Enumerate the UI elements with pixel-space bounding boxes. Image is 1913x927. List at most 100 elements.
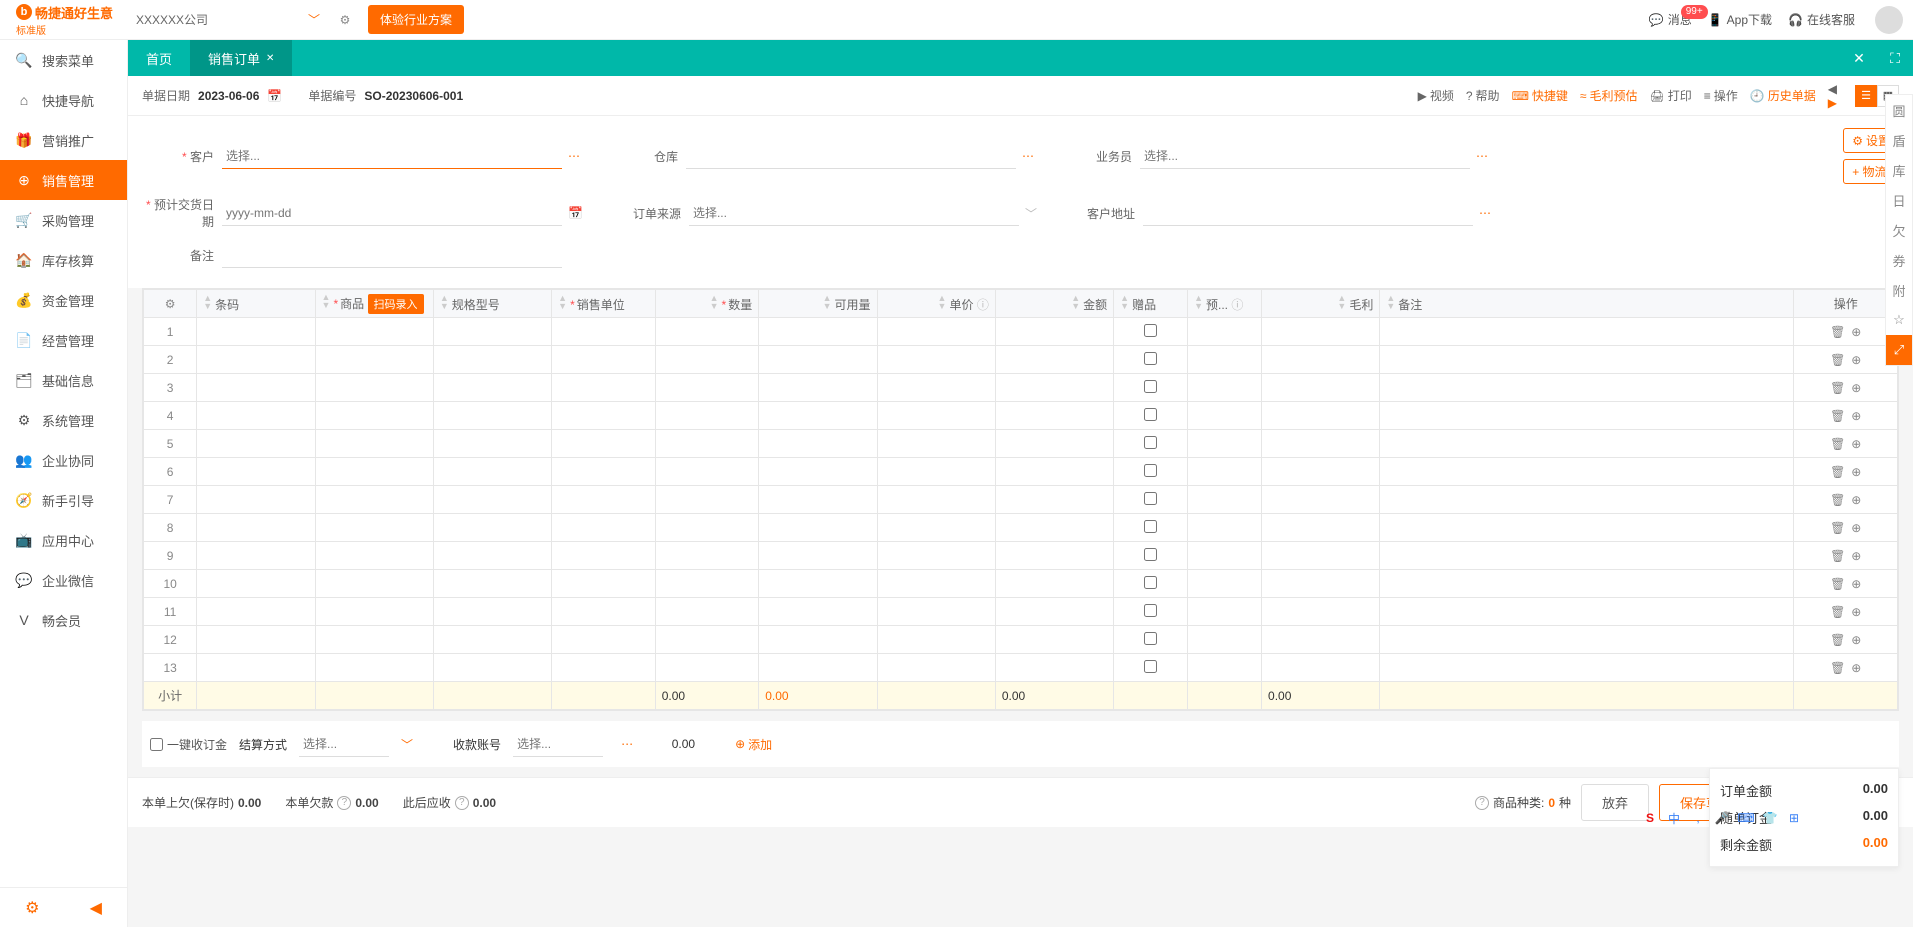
cell[interactable] [315,318,433,346]
cell[interactable] [315,514,433,542]
cell[interactable] [315,570,433,598]
cell[interactable] [1188,430,1262,458]
cell[interactable] [1380,346,1794,374]
cell[interactable] [877,346,995,374]
copy-icon[interactable]: ⊕ [1851,549,1861,563]
cell[interactable] [552,598,656,626]
info-icon[interactable]: ⓘ [977,298,989,312]
messages-link[interactable]: 💬 消息 99+ [1649,11,1692,28]
cell[interactable] [877,374,995,402]
cell[interactable] [315,486,433,514]
cell[interactable] [759,346,877,374]
cell[interactable] [1262,654,1380,682]
cell[interactable] [433,486,551,514]
dock-item[interactable]: ☆ [1886,305,1912,335]
cell[interactable] [552,374,656,402]
cell[interactable] [877,598,995,626]
cell[interactable] [197,346,315,374]
cell[interactable] [759,514,877,542]
sort-icon[interactable]: ▲▼ [1194,294,1203,310]
copy-icon[interactable]: ⊕ [1851,353,1861,367]
table-row[interactable]: 5🗑⊕ [144,430,1898,458]
cell[interactable] [995,458,1113,486]
cell[interactable] [1380,598,1794,626]
copy-icon[interactable]: ⊕ [1851,661,1861,675]
cell[interactable] [1262,374,1380,402]
cell[interactable] [995,430,1113,458]
table-row[interactable]: 7🗑⊕ [144,486,1898,514]
toolbar-link[interactable]: ▶视频 [1418,87,1454,104]
cell[interactable] [197,654,315,682]
order-source-input[interactable] [689,200,1019,226]
cell[interactable] [1262,626,1380,654]
warehouse-input[interactable] [686,143,1016,169]
cell[interactable] [1380,402,1794,430]
expect-date-input[interactable] [222,200,562,226]
sidebar-item[interactable]: 🗂基础信息 [0,360,127,400]
sidebar-item[interactable]: 📄经营管理 [0,320,127,360]
cell[interactable] [315,458,433,486]
cell[interactable] [197,626,315,654]
table-row[interactable]: 9🗑⊕ [144,542,1898,570]
one-click-deposit[interactable]: 一键收订金 [150,736,227,753]
calendar-icon[interactable]: 📅 [267,89,282,103]
cell[interactable] [433,598,551,626]
table-row[interactable]: 1🗑⊕ [144,318,1898,346]
cell[interactable] [1188,318,1262,346]
cell[interactable] [197,486,315,514]
cell[interactable] [995,654,1113,682]
sidebar-item[interactable]: 🛒采购管理 [0,200,127,240]
sort-icon[interactable]: ▲▼ [558,294,567,310]
delete-icon[interactable]: 🗑 [1830,465,1845,479]
cell[interactable] [759,430,877,458]
gift-checkbox[interactable] [1144,604,1157,617]
dock-item[interactable]: 欠 [1886,215,1912,245]
cell[interactable] [1380,430,1794,458]
cell[interactable] [1262,458,1380,486]
sidebar-item[interactable]: ⚙系统管理 [0,400,127,440]
sidebar-item[interactable]: 🏠库存核算 [0,240,127,280]
cell[interactable] [197,402,315,430]
cell[interactable] [433,626,551,654]
cell[interactable] [1262,318,1380,346]
cell[interactable] [315,542,433,570]
sidebar-item[interactable]: ⌂快捷导航 [0,80,127,120]
gift-checkbox[interactable] [1144,632,1157,645]
cell[interactable] [315,402,433,430]
customer-input[interactable] [222,143,562,169]
help-icon[interactable]: ? [337,796,351,810]
discard-button[interactable]: 放弃 [1581,784,1649,821]
cell[interactable] [1262,402,1380,430]
more-icon[interactable]: ⋯ [568,149,580,163]
app-download-link[interactable]: 📱 App下载 [1708,11,1772,28]
gift-checkbox[interactable] [1144,408,1157,421]
view-list-icon[interactable]: ☰ [1855,85,1877,107]
cell[interactable] [877,514,995,542]
cell[interactable] [197,542,315,570]
dock-item[interactable]: 券 [1886,245,1912,275]
industry-button[interactable]: 体验行业方案 [368,5,464,34]
sidebar-item[interactable]: 🧭新手引导 [0,480,127,520]
cell[interactable] [433,346,551,374]
cell[interactable] [759,626,877,654]
cell[interactable] [759,598,877,626]
cell[interactable] [197,598,315,626]
tab[interactable]: 首页 [128,40,190,76]
sort-icon[interactable]: ▲▼ [1071,294,1080,310]
toolbar-link[interactable]: ≡操作 [1704,87,1738,104]
help-icon[interactable]: ? [1475,796,1489,810]
sidebar-item[interactable]: 📺应用中心 [0,520,127,560]
dock-item[interactable]: 日 [1886,185,1912,215]
cell[interactable] [995,346,1113,374]
cell[interactable] [433,430,551,458]
cell[interactable] [1188,514,1262,542]
add-link[interactable]: ⊕添加 [735,736,772,753]
ime-keyboard-icon[interactable]: ⌨ [1737,809,1755,827]
close-icon[interactable]: ✕ [266,53,274,64]
cell[interactable] [655,430,759,458]
table-row[interactable]: 3🗑⊕ [144,374,1898,402]
cell[interactable] [552,626,656,654]
cell[interactable] [655,514,759,542]
settings-icon[interactable]: ⚙ [25,898,39,918]
cell[interactable] [1188,570,1262,598]
